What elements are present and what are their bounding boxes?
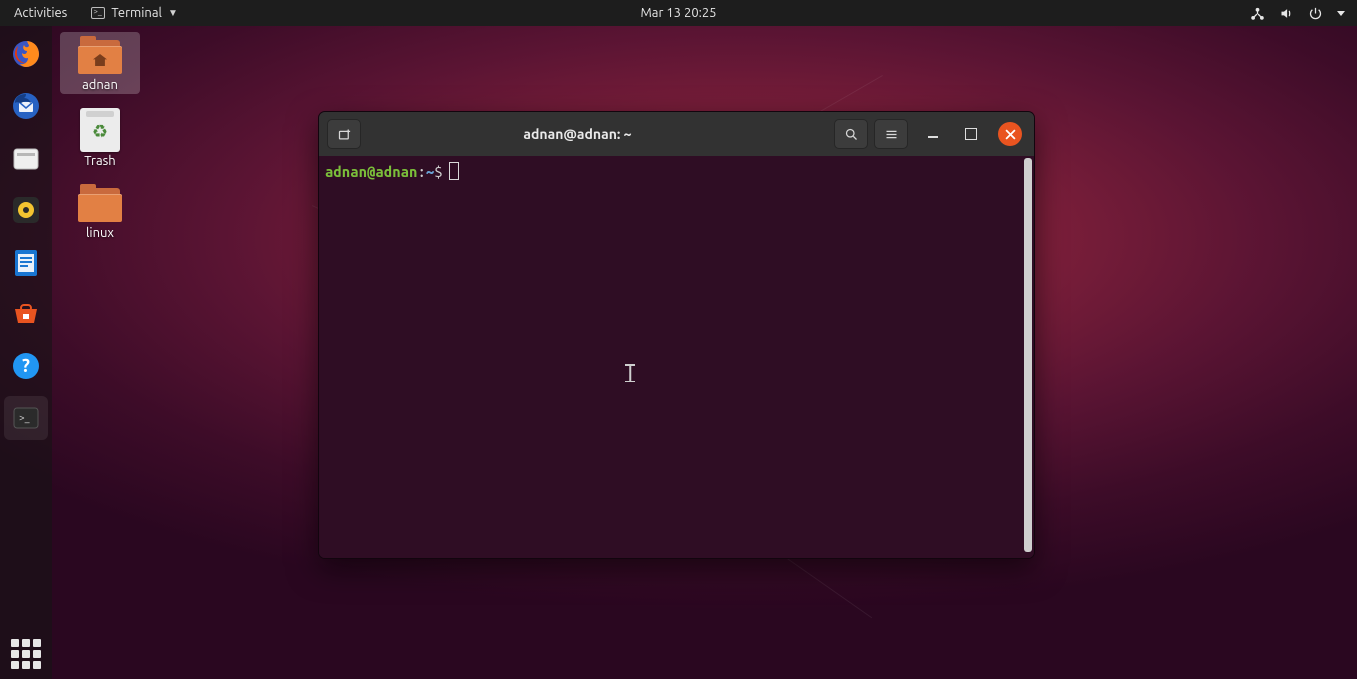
desktop-icon-label: linux (86, 226, 114, 240)
window-titlebar[interactable]: adnan@adnan: ~ (319, 112, 1034, 156)
prompt-at: @ (367, 163, 375, 180)
dock-app-rhythmbox[interactable] (4, 188, 48, 232)
terminal-prompt-line: adnan@adnan:~$ (319, 156, 1034, 180)
prompt-user: adnan (325, 163, 367, 180)
volume-icon[interactable] (1279, 6, 1294, 21)
activities-button[interactable]: Activities (0, 0, 81, 26)
desktop-icon-folder[interactable]: linux (60, 180, 140, 242)
folder-icon (76, 184, 124, 224)
chevron-down-icon[interactable] (1337, 11, 1345, 16)
text-cursor-ibeam-icon (625, 364, 635, 382)
network-icon[interactable] (1250, 6, 1265, 21)
terminal-scrollbar[interactable] (1024, 158, 1032, 552)
search-button[interactable] (834, 119, 868, 149)
window-close-button[interactable] (998, 122, 1022, 146)
terminal-icon (91, 7, 105, 19)
window-maximize-button[interactable] (960, 123, 982, 145)
dock-app-help[interactable]: ? (4, 344, 48, 388)
dock-app-thunderbird[interactable] (4, 84, 48, 128)
power-icon[interactable] (1308, 6, 1323, 21)
terminal-cursor (449, 162, 459, 180)
top-bar: Activities Terminal ▼ Mar 13 20:25 (0, 0, 1357, 26)
prompt-symbol: $ (434, 163, 442, 180)
dock-app-firefox[interactable] (4, 32, 48, 76)
chevron-down-icon: ▼ (168, 7, 178, 19)
folder-home-icon (76, 36, 124, 76)
svg-text:>_: >_ (19, 412, 30, 423)
trash-icon: ♻ (80, 108, 120, 152)
desktop-icon-trash[interactable]: ♻ Trash (60, 104, 140, 170)
hamburger-menu-button[interactable] (874, 119, 908, 149)
datetime-label: Mar 13 20:25 (640, 6, 716, 20)
dock-app-ubuntu-software[interactable] (4, 292, 48, 336)
desktop-icon-label: adnan (82, 78, 118, 92)
svg-text:?: ? (22, 356, 30, 376)
dock: ? >_ (0, 26, 52, 679)
activities-label: Activities (14, 6, 67, 20)
window-title: adnan@adnan: ~ (367, 126, 828, 142)
terminal-window: adnan@adnan: ~ adnan@adnan:~$ (318, 111, 1035, 559)
clock[interactable]: Mar 13 20:25 (640, 6, 716, 20)
prompt-colon: : (417, 163, 425, 180)
dock-app-files[interactable] (4, 136, 48, 180)
terminal-body[interactable]: adnan@adnan:~$ (319, 156, 1034, 558)
new-tab-button[interactable] (327, 119, 361, 149)
dock-app-terminal[interactable]: >_ (4, 396, 48, 440)
system-tray (1250, 6, 1357, 21)
app-menu[interactable]: Terminal ▼ (81, 0, 188, 26)
desktop-icons: adnan ♻ Trash linux (60, 32, 140, 242)
prompt-path: ~ (426, 163, 434, 180)
desktop-icon-home[interactable]: adnan (60, 32, 140, 94)
app-menu-label: Terminal (111, 6, 162, 20)
desktop-icon-label: Trash (84, 154, 115, 168)
prompt-host: adnan (375, 163, 417, 180)
dock-app-libreoffice-writer[interactable] (4, 240, 48, 284)
window-minimize-button[interactable] (922, 123, 944, 145)
show-applications-button[interactable] (11, 639, 41, 669)
